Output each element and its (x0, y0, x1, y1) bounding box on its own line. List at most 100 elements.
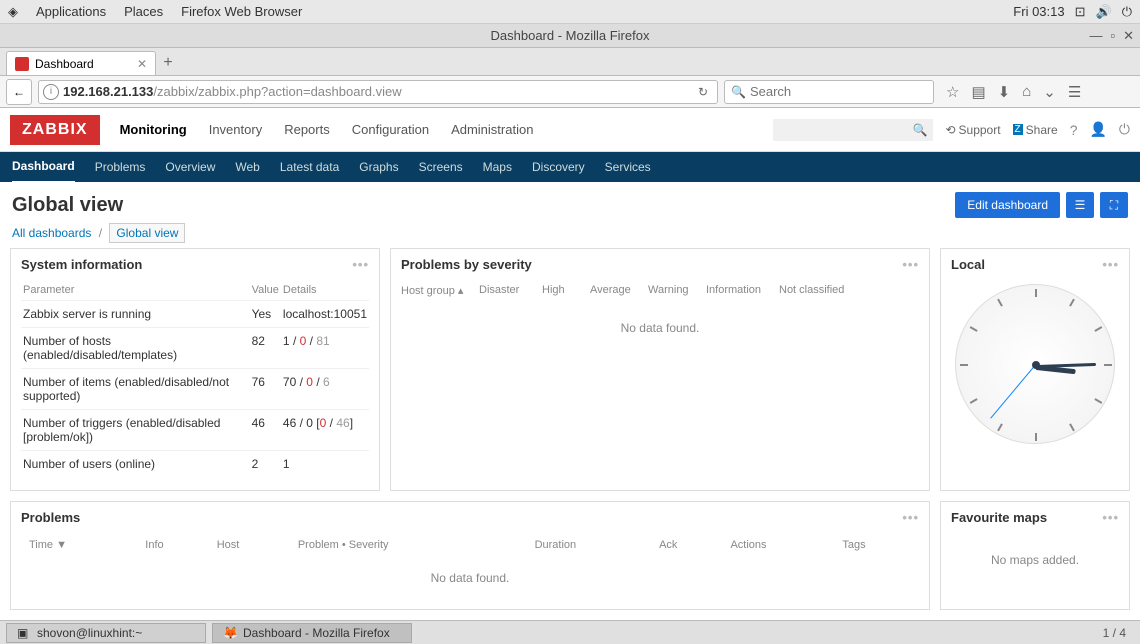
second-hand (990, 364, 1036, 418)
new-tab-button[interactable]: + (156, 51, 180, 75)
zabbix-page: ZABBIX Monitoring Inventory Reports Configu… (0, 108, 1140, 620)
widget-title: Favourite maps (951, 510, 1047, 525)
subnav-screens[interactable]: Screens (419, 152, 463, 182)
gnome-logo-icon: ◈ (8, 4, 18, 20)
list-view-button[interactable]: ☰ (1066, 192, 1094, 218)
edit-dashboard-button[interactable]: Edit dashboard (955, 192, 1060, 218)
problems-table: Time ▼InfoHostProblem • SeverityDuration… (21, 533, 919, 557)
tab-close-icon[interactable]: ✕ (137, 57, 147, 71)
fullscreen-button[interactable]: ⛶ (1100, 192, 1128, 218)
severity-col[interactable]: High (542, 284, 582, 297)
subnav-web[interactable]: Web (235, 152, 259, 182)
firefox-icon: 🦊 (223, 626, 237, 640)
widget-title: Problems (21, 510, 80, 525)
table-row: Number of users (online)21 (21, 451, 369, 478)
pocket-icon[interactable]: ⌄ (1043, 83, 1056, 101)
clock-text[interactable]: Fri 03:13 (1013, 4, 1064, 19)
problems-col[interactable]: Host (211, 535, 290, 555)
table-row: Number of hosts (enabled/disabled/templa… (21, 328, 369, 369)
search-input[interactable] (750, 84, 927, 99)
nav-monitoring[interactable]: Monitoring (120, 122, 187, 137)
breadcrumb-current[interactable]: Global view (109, 223, 185, 243)
applications-menu[interactable]: Applications (36, 4, 106, 19)
widget-menu-icon[interactable]: ••• (352, 257, 369, 272)
subnav-overview[interactable]: Overview (165, 152, 215, 182)
library-icon[interactable]: ▤ (971, 83, 985, 101)
subnav-services[interactable]: Services (605, 152, 651, 182)
firefox-tab-strip: Dashboard ✕ + (0, 48, 1140, 76)
sysinfo-table: Parameter Value Details Zabbix server is… (21, 280, 369, 477)
network-icon[interactable]: ⊡ (1075, 4, 1086, 20)
url-bar[interactable]: i 192.168.21.133/zabbix/zabbix.php?actio… (38, 80, 718, 104)
problems-col[interactable]: Info (139, 535, 208, 555)
zabbix-search-input[interactable] (773, 119, 933, 141)
home-icon[interactable]: ⌂ (1022, 83, 1031, 100)
widget-menu-icon[interactable]: ••• (902, 510, 919, 525)
reload-icon[interactable]: ↻ (693, 85, 713, 99)
browser-tab[interactable]: Dashboard ✕ (6, 51, 156, 75)
user-icon[interactable]: 👤 (1089, 121, 1106, 138)
problems-col[interactable]: Problem • Severity (292, 535, 527, 555)
zabbix-header: ZABBIX Monitoring Inventory Reports Configu… (0, 108, 1140, 152)
bookmark-star-icon[interactable]: ☆ (946, 83, 959, 101)
search-icon[interactable]: 🔍 (913, 123, 928, 137)
places-menu[interactable]: Places (124, 4, 163, 19)
severity-col[interactable]: Not classified (779, 284, 859, 297)
subnav-discovery[interactable]: Discovery (532, 152, 585, 182)
close-button[interactable]: ✕ (1123, 28, 1134, 44)
support-link[interactable]: ⟲Support (945, 123, 1000, 137)
nav-inventory[interactable]: Inventory (209, 122, 262, 137)
zabbix-logo[interactable]: ZABBIX (10, 115, 100, 145)
taskbar-terminal[interactable]: ▣ shovon@linuxhint:~ (6, 623, 206, 643)
widget-title: Local (951, 257, 985, 272)
system-information-widget: System information ••• Parameter Value D… (10, 248, 380, 491)
hamburger-menu-icon[interactable]: ☰ (1068, 83, 1081, 101)
severity-col[interactable]: Disaster (479, 284, 534, 297)
back-button[interactable]: ← (6, 79, 32, 105)
table-row: Zabbix server is runningYeslocalhost:100… (21, 301, 369, 328)
problems-col[interactable]: Ack (653, 535, 722, 555)
widget-title: Problems by severity (401, 257, 532, 272)
widget-menu-icon[interactable]: ••• (1102, 510, 1119, 525)
minimize-button[interactable]: — (1089, 28, 1102, 44)
browser-menu[interactable]: Firefox Web Browser (181, 4, 302, 19)
col-parameter: Parameter (21, 280, 250, 301)
subnav-graphs[interactable]: Graphs (359, 152, 398, 182)
zabbix-favicon-icon (15, 57, 29, 71)
widget-title: System information (21, 257, 142, 272)
workspace-pager[interactable]: 1 / 4 (1095, 626, 1134, 640)
downloads-icon[interactable]: ⬇ (998, 83, 1011, 101)
search-icon: 🔍 (731, 85, 746, 99)
nav-configuration[interactable]: Configuration (352, 122, 429, 137)
local-clock-widget: Local ••• (940, 248, 1130, 491)
share-link[interactable]: ZShare (1013, 123, 1058, 137)
problems-col[interactable]: Duration (529, 535, 651, 555)
gnome-top-bar: ◈ Applications Places Firefox Web Browse… (0, 0, 1140, 24)
subnav-dashboard[interactable]: Dashboard (12, 151, 75, 184)
power-icon[interactable]: ⏻ (1122, 4, 1132, 20)
logout-icon[interactable]: ⏻ (1119, 121, 1130, 138)
severity-col[interactable]: Average (590, 284, 640, 297)
problems-col[interactable]: Time ▼ (23, 535, 137, 555)
subnav-latest-data[interactable]: Latest data (280, 152, 339, 182)
subnav-problems[interactable]: Problems (95, 152, 146, 182)
volume-icon[interactable]: 🔊 (1096, 4, 1112, 20)
subnav-maps[interactable]: Maps (483, 152, 512, 182)
problems-col[interactable]: Actions (724, 535, 834, 555)
severity-col[interactable]: Host group ▴ (401, 284, 471, 297)
taskbar-firefox[interactable]: 🦊 Dashboard - Mozilla Firefox (212, 623, 412, 643)
severity-col[interactable]: Information (706, 284, 771, 297)
problems-col[interactable]: Tags (836, 535, 917, 555)
nav-administration[interactable]: Administration (451, 122, 533, 137)
terminal-icon: ▣ (17, 626, 31, 640)
firefox-toolbar: ← i 192.168.21.133/zabbix/zabbix.php?act… (0, 76, 1140, 108)
maximize-button[interactable]: ▫ (1110, 28, 1115, 44)
search-bar[interactable]: 🔍 (724, 80, 934, 104)
help-icon[interactable]: ? (1070, 122, 1078, 138)
breadcrumb-all[interactable]: All dashboards (12, 226, 91, 240)
info-icon[interactable]: i (43, 84, 59, 100)
widget-menu-icon[interactable]: ••• (1102, 257, 1119, 272)
widget-menu-icon[interactable]: ••• (902, 257, 919, 272)
nav-reports[interactable]: Reports (284, 122, 330, 137)
severity-col[interactable]: Warning (648, 284, 698, 297)
